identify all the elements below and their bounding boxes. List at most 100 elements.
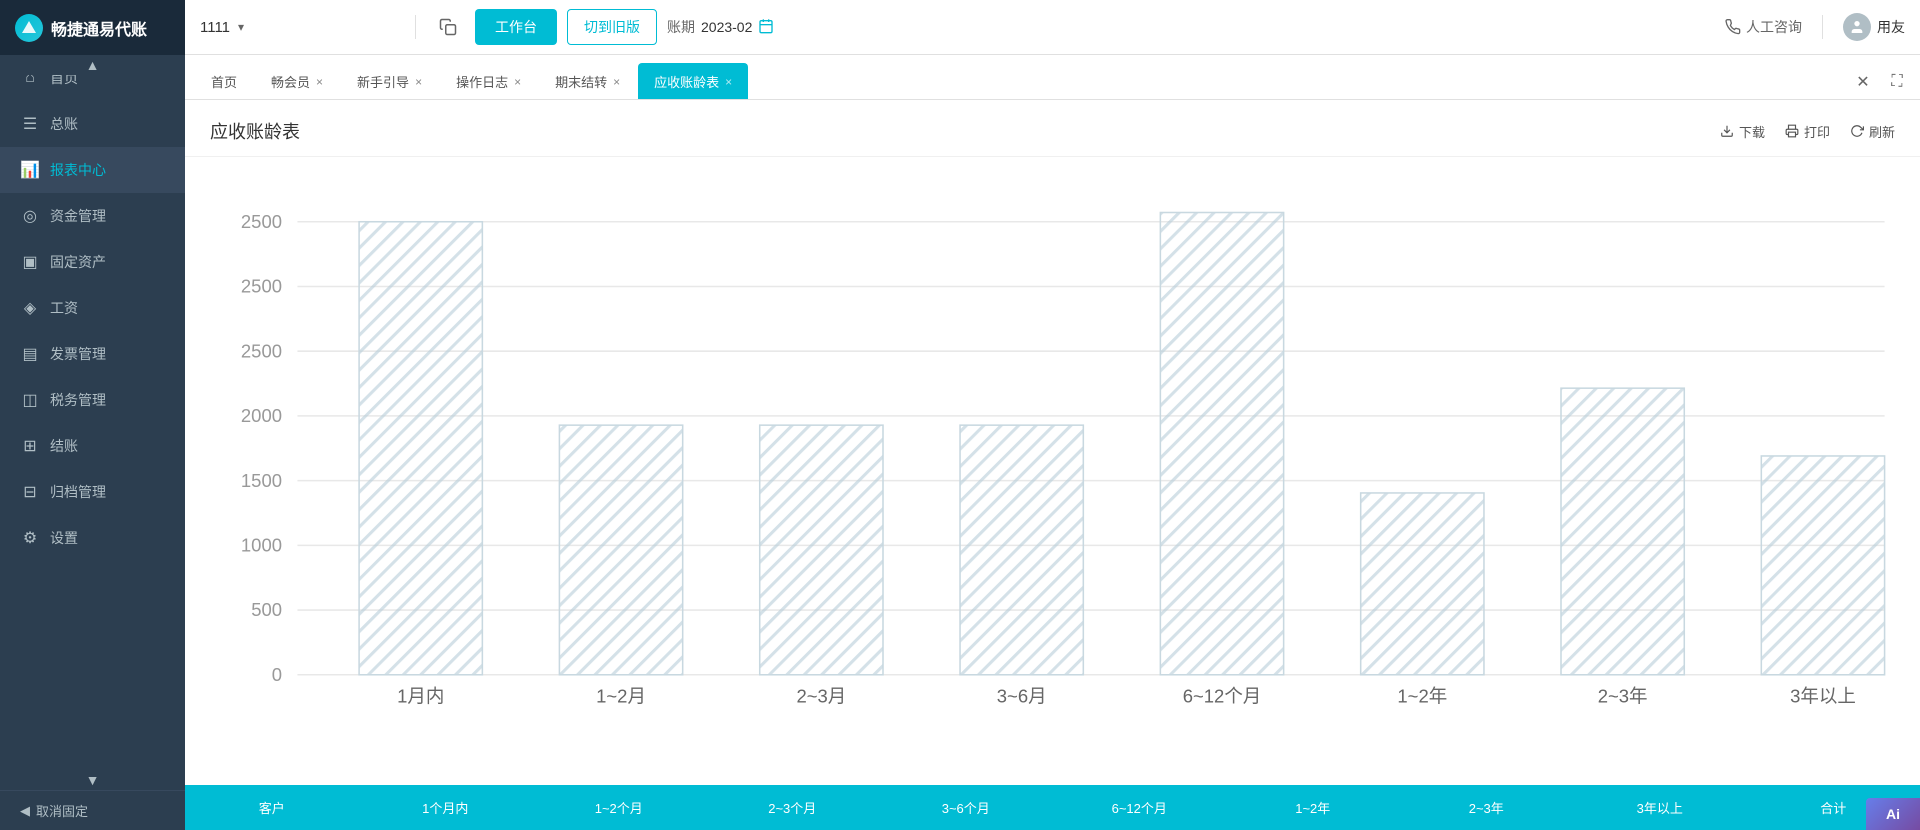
tab-aging-close[interactable]: × bbox=[725, 75, 732, 89]
refresh-label: 刷新 bbox=[1869, 122, 1895, 141]
svg-text:1~2月: 1~2月 bbox=[596, 686, 646, 707]
col-1-2month: 1~2个月 bbox=[532, 798, 706, 817]
sidebar-unpin[interactable]: ◀ 取消固定 bbox=[0, 790, 185, 830]
close-tab-btn[interactable]: ✕ bbox=[1850, 69, 1876, 95]
tab-guide[interactable]: 新手引导 × bbox=[341, 63, 438, 99]
sidebar-item-settings[interactable]: ⚙ 设置 bbox=[0, 515, 185, 561]
tab-member[interactable]: 畅会员 × bbox=[255, 63, 339, 99]
print-label: 打印 bbox=[1804, 122, 1830, 141]
sidebar-icon-closeout: ⊞ bbox=[20, 436, 40, 456]
scroll-up-btn[interactable]: ▲ bbox=[0, 55, 185, 75]
col-1month: 1个月内 bbox=[359, 798, 533, 817]
content-area: 应收账龄表 下载 打印 刷新 bbox=[185, 100, 1920, 830]
company-name: 1111 bbox=[200, 19, 230, 36]
page-header: 应收账龄表 下载 打印 刷新 bbox=[185, 100, 1920, 157]
page-actions: 下载 打印 刷新 bbox=[1720, 122, 1895, 141]
tabs-actions: ✕ ⛶ bbox=[1850, 69, 1910, 99]
svg-text:3年以上: 3年以上 bbox=[1790, 686, 1856, 707]
scroll-down-btn[interactable]: ▼ bbox=[0, 770, 185, 790]
sidebar-label-assets: 固定资产 bbox=[50, 252, 106, 272]
logo-icon bbox=[15, 14, 43, 42]
svg-text:1~2年: 1~2年 bbox=[1397, 686, 1447, 707]
svg-text:2000: 2000 bbox=[241, 405, 282, 426]
tab-home-label: 首页 bbox=[211, 72, 237, 91]
svg-text:2~3月: 2~3月 bbox=[796, 686, 846, 707]
sidebar-item-invoice[interactable]: ▤ 发票管理 bbox=[0, 331, 185, 377]
svg-text:0: 0 bbox=[272, 664, 282, 685]
header-right: 人工咨询 用友 bbox=[1725, 13, 1905, 41]
download-label: 下载 bbox=[1739, 122, 1765, 141]
sidebar-label-ledger: 总账 bbox=[50, 114, 78, 134]
col-3year-plus: 3年以上 bbox=[1573, 798, 1747, 817]
sidebar-item-assets[interactable]: ▣ 固定资产 bbox=[0, 239, 185, 285]
svg-text:1500: 1500 bbox=[241, 470, 282, 491]
sidebar-icon-invoice: ▤ bbox=[20, 344, 40, 364]
tab-member-label: 畅会员 bbox=[271, 72, 310, 91]
sidebar-label-reports: 报表中心 bbox=[50, 160, 106, 180]
unpin-icon: ◀ bbox=[20, 803, 30, 819]
sidebar-label-closeout: 结账 bbox=[50, 436, 78, 456]
chart-container: 2500 2500 2500 2000 1500 1000 500 0 bbox=[185, 157, 1920, 785]
header-divider-1 bbox=[415, 15, 416, 39]
user-menu[interactable]: 用友 bbox=[1843, 13, 1905, 41]
sidebar-label-settings: 设置 bbox=[50, 528, 78, 548]
tab-member-close[interactable]: × bbox=[316, 75, 323, 89]
header-divider-2 bbox=[1822, 15, 1823, 39]
tab-guide-label: 新手引导 bbox=[357, 72, 409, 91]
sidebar-item-ledger[interactable]: ☰ 总账 bbox=[0, 101, 185, 147]
maximize-tab-btn[interactable]: ⛶ bbox=[1884, 69, 1910, 95]
sidebar-item-archive[interactable]: ⊟ 归档管理 bbox=[0, 469, 185, 515]
ai-label: Ai bbox=[1886, 806, 1900, 822]
tab-period-close[interactable]: 期末结转 × bbox=[539, 63, 636, 99]
period-label: 账期 bbox=[667, 17, 695, 37]
svg-text:3~6月: 3~6月 bbox=[997, 686, 1047, 707]
sidebar-icon-archive: ⊟ bbox=[20, 482, 40, 502]
tab-period-close-close[interactable]: × bbox=[613, 75, 620, 89]
user-avatar bbox=[1843, 13, 1871, 41]
sidebar-item-finance[interactable]: ◎ 资金管理 bbox=[0, 193, 185, 239]
switch-version-btn[interactable]: 切到旧版 bbox=[567, 9, 657, 45]
tab-guide-close[interactable]: × bbox=[415, 75, 422, 89]
tab-log-label: 操作日志 bbox=[456, 72, 508, 91]
sidebar-item-reports[interactable]: 📊 报表中心 bbox=[0, 147, 185, 193]
header-period: 账期 2023-02 bbox=[667, 17, 774, 37]
sidebar-label-invoice: 发票管理 bbox=[50, 344, 106, 364]
calendar-icon[interactable] bbox=[758, 18, 774, 37]
ai-badge[interactable]: Ai bbox=[1866, 798, 1920, 830]
support-btn[interactable]: 人工咨询 bbox=[1725, 17, 1802, 37]
print-btn[interactable]: 打印 bbox=[1785, 122, 1830, 141]
sidebar-item-closeout[interactable]: ⊞ 结账 bbox=[0, 423, 185, 469]
download-btn[interactable]: 下载 bbox=[1720, 122, 1765, 141]
svg-text:1月内: 1月内 bbox=[397, 686, 444, 707]
tab-aging[interactable]: 应收账龄表 × bbox=[638, 63, 748, 99]
chart-svg: 2500 2500 2500 2000 1500 1000 500 0 bbox=[205, 172, 1900, 780]
sidebar-icon-tax: ◫ bbox=[20, 390, 40, 410]
sidebar-icon-salary: ◈ bbox=[20, 298, 40, 318]
workbench-btn[interactable]: 工作台 bbox=[475, 9, 557, 45]
sidebar-label-archive: 归档管理 bbox=[50, 482, 106, 502]
refresh-btn[interactable]: 刷新 bbox=[1850, 122, 1895, 141]
sidebar-item-tax[interactable]: ◫ 税务管理 bbox=[0, 377, 185, 423]
page-title: 应收账龄表 bbox=[210, 118, 300, 144]
col-1-2year: 1~2年 bbox=[1226, 798, 1400, 817]
sidebar-nav: ⌂ 首页 ☰ 总账 📊 报表中心 ◎ 资金管理 ▣ 固定资产 ◈ 工资 ▤ 发票… bbox=[0, 55, 185, 790]
sidebar-logo: 畅捷通易代账 bbox=[0, 0, 185, 55]
company-select[interactable]: 1111 ▾ bbox=[200, 19, 400, 36]
svg-text:2~3年: 2~3年 bbox=[1598, 686, 1648, 707]
svg-text:2500: 2500 bbox=[241, 211, 282, 232]
svg-text:2500: 2500 bbox=[241, 276, 282, 297]
col-2-3month: 2~3个月 bbox=[706, 798, 880, 817]
tab-log-close[interactable]: × bbox=[514, 75, 521, 89]
sidebar-icon-reports: 📊 bbox=[20, 160, 40, 180]
copy-btn[interactable] bbox=[431, 10, 465, 44]
svg-text:2500: 2500 bbox=[241, 340, 282, 361]
sidebar-label-tax: 税务管理 bbox=[50, 390, 106, 410]
col-3-6month: 3~6个月 bbox=[879, 798, 1053, 817]
col-customer: 客户 bbox=[185, 798, 359, 817]
sidebar-item-salary[interactable]: ◈ 工资 bbox=[0, 285, 185, 331]
sidebar-icon-assets: ▣ bbox=[20, 252, 40, 272]
sidebar-label-finance: 资金管理 bbox=[50, 206, 106, 226]
tab-log[interactable]: 操作日志 × bbox=[440, 63, 537, 99]
sidebar-icon-ledger: ☰ bbox=[20, 114, 40, 134]
tab-home[interactable]: 首页 bbox=[195, 63, 253, 99]
